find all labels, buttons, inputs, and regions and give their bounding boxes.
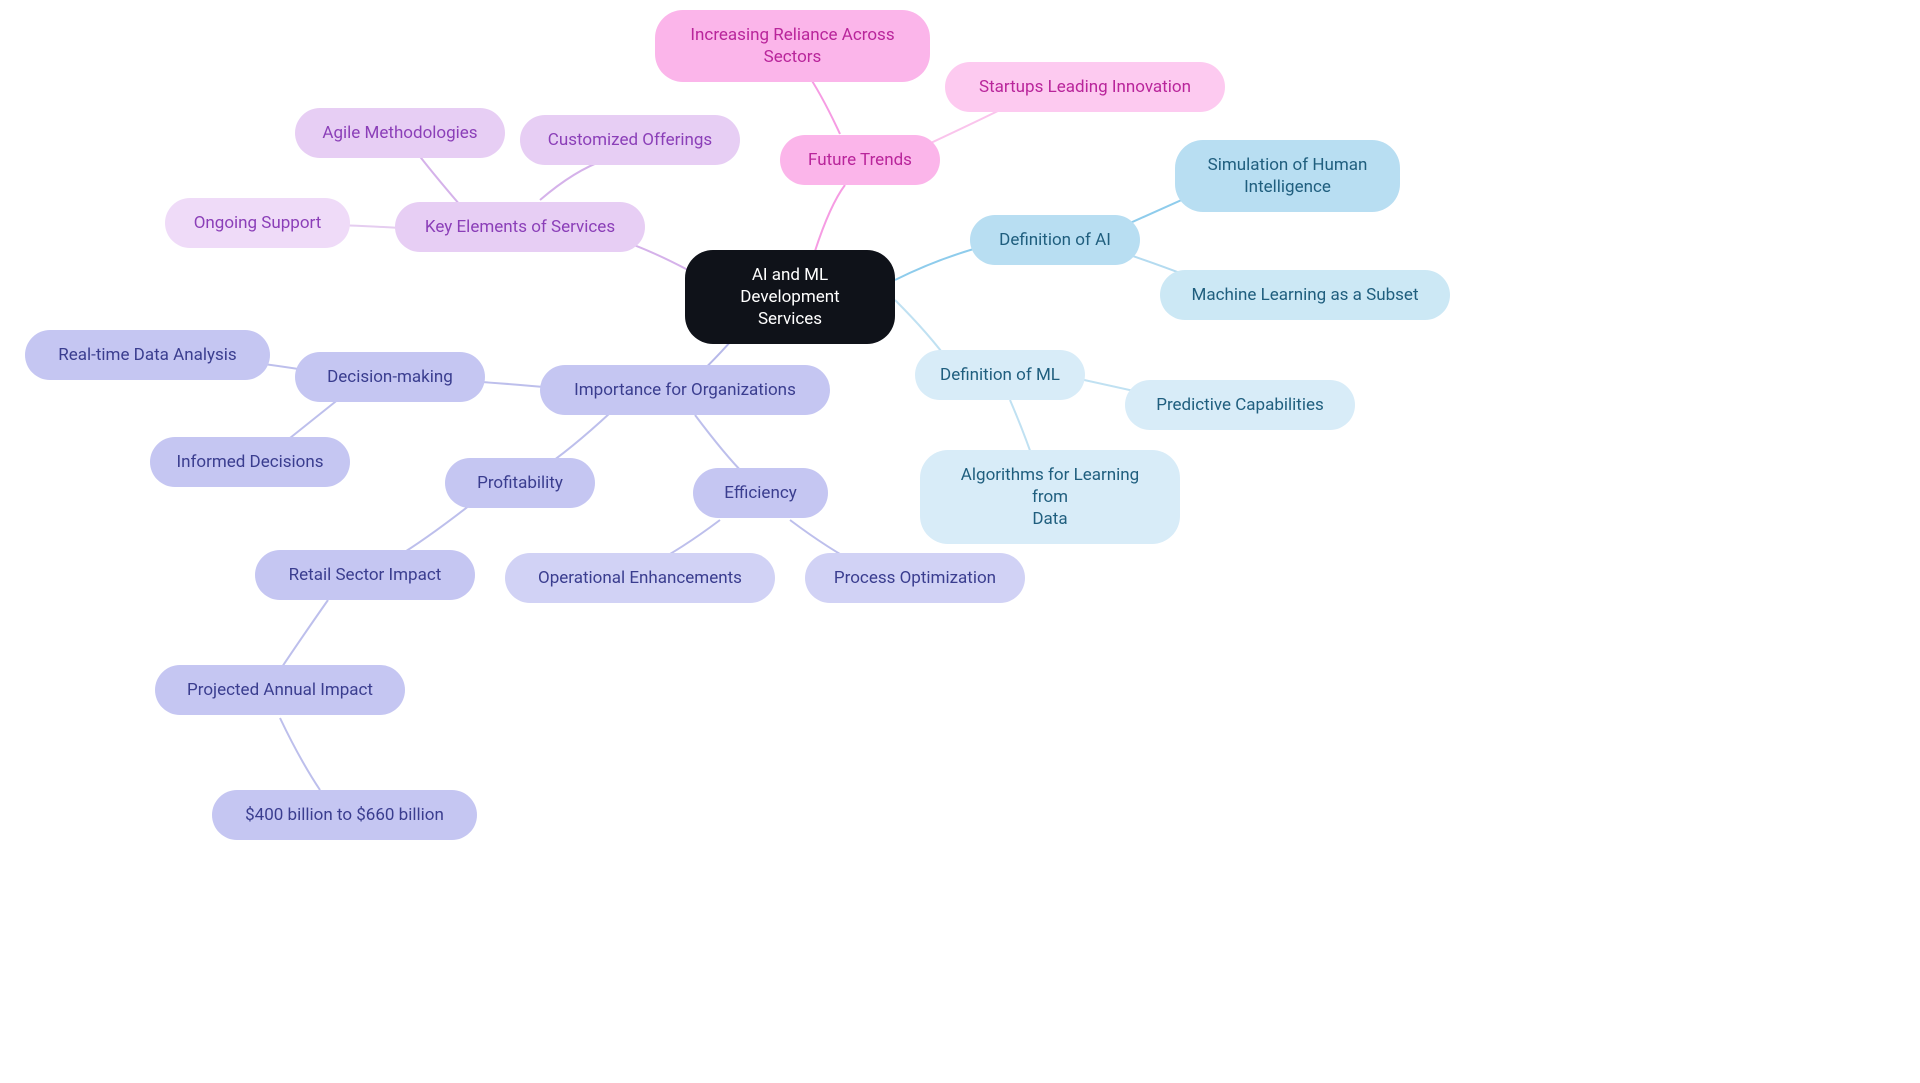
node-importance[interactable]: Importance for Organizations (540, 365, 830, 415)
node-reliance[interactable]: Increasing Reliance AcrossSectors (655, 10, 930, 82)
label-projected: Projected Annual Impact (187, 679, 373, 701)
node-definition-ai[interactable]: Definition of AI (970, 215, 1140, 265)
node-agile[interactable]: Agile Methodologies (295, 108, 505, 158)
node-ongoing[interactable]: Ongoing Support (165, 198, 350, 248)
node-realtime[interactable]: Real-time Data Analysis (25, 330, 270, 380)
node-efficiency[interactable]: Efficiency (693, 468, 828, 518)
label-amount: $400 billion to $660 billion (245, 804, 444, 826)
label-definition-ml: Definition of ML (940, 364, 1060, 386)
node-informed[interactable]: Informed Decisions (150, 437, 350, 487)
label-importance: Importance for Organizations (574, 379, 796, 401)
node-predictive[interactable]: Predictive Capabilities (1125, 380, 1355, 430)
node-future-trends[interactable]: Future Trends (780, 135, 940, 185)
label-retail: Retail Sector Impact (289, 564, 442, 586)
label-predictive: Predictive Capabilities (1156, 394, 1324, 416)
label-future-trends: Future Trends (808, 149, 912, 171)
label-profitability: Profitability (477, 472, 563, 494)
node-profitability[interactable]: Profitability (445, 458, 595, 508)
label-agile: Agile Methodologies (322, 122, 477, 144)
node-projected[interactable]: Projected Annual Impact (155, 665, 405, 715)
label-reliance: Increasing Reliance AcrossSectors (690, 24, 894, 68)
label-definition-ai: Definition of AI (999, 229, 1111, 251)
node-retail[interactable]: Retail Sector Impact (255, 550, 475, 600)
label-startups: Startups Leading Innovation (979, 76, 1191, 98)
label-efficiency: Efficiency (724, 482, 797, 504)
label-operational: Operational Enhancements (538, 567, 742, 589)
node-customized[interactable]: Customized Offerings (520, 115, 740, 165)
node-definition-ml[interactable]: Definition of ML (915, 350, 1085, 400)
node-key-elements[interactable]: Key Elements of Services (395, 202, 645, 252)
label-realtime: Real-time Data Analysis (58, 344, 236, 366)
label-ml-subset: Machine Learning as a Subset (1191, 284, 1418, 306)
label-sim-human: Simulation of HumanIntelligence (1208, 154, 1368, 198)
label-process: Process Optimization (834, 567, 996, 589)
node-amount[interactable]: $400 billion to $660 billion (212, 790, 477, 840)
node-algorithms[interactable]: Algorithms for Learning fromData (920, 450, 1180, 544)
node-operational[interactable]: Operational Enhancements (505, 553, 775, 603)
label-decision: Decision-making (327, 366, 453, 388)
label-customized: Customized Offerings (548, 129, 712, 151)
label-informed: Informed Decisions (176, 451, 323, 473)
label-algorithms: Algorithms for Learning fromData (944, 464, 1156, 530)
node-process[interactable]: Process Optimization (805, 553, 1025, 603)
node-startups[interactable]: Startups Leading Innovation (945, 62, 1225, 112)
node-decision[interactable]: Decision-making (295, 352, 485, 402)
label-ongoing: Ongoing Support (194, 212, 322, 234)
node-sim-human[interactable]: Simulation of HumanIntelligence (1175, 140, 1400, 212)
label-key-elements: Key Elements of Services (425, 216, 615, 238)
root-label: AI and ML DevelopmentServices (709, 264, 871, 330)
node-ml-subset[interactable]: Machine Learning as a Subset (1160, 270, 1450, 320)
root-node[interactable]: AI and ML DevelopmentServices (685, 250, 895, 344)
